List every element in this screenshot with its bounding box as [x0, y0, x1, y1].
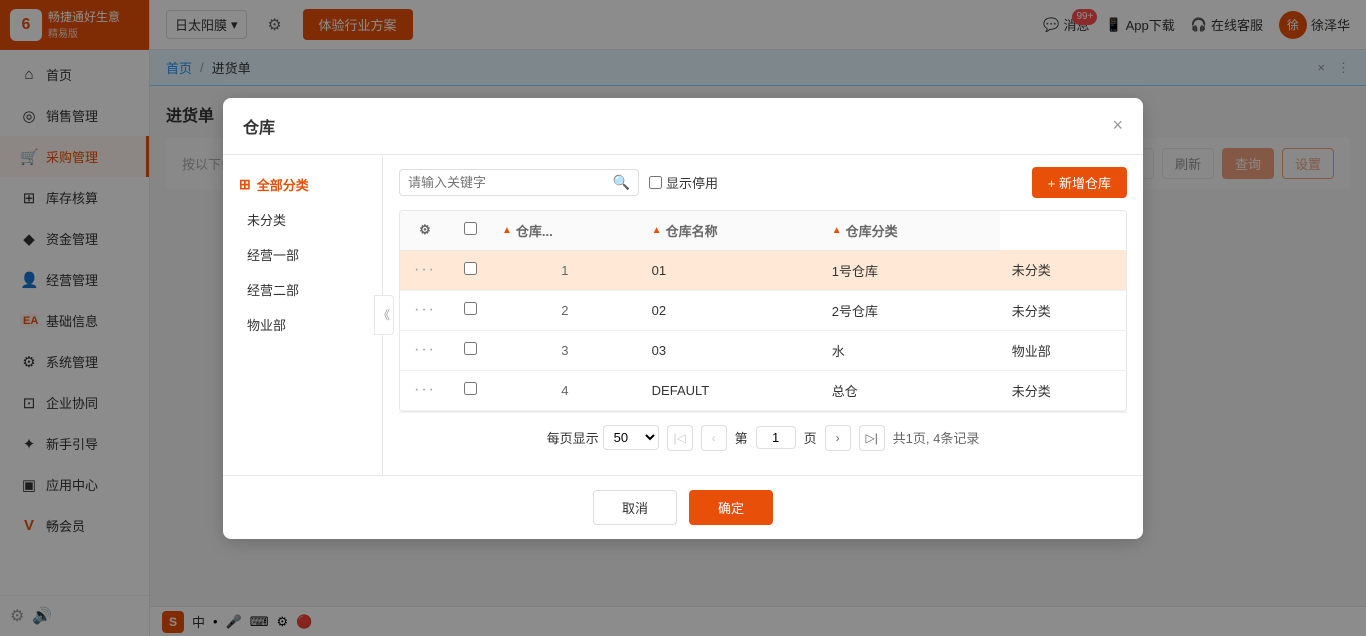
gear-icon: ⚙: [419, 222, 431, 237]
row-code: DEFAULT: [640, 370, 820, 410]
row-checkbox-cell: [450, 330, 490, 370]
table-row[interactable]: ··· 3 03 水 物业部: [400, 330, 1126, 370]
show-disabled-label: 显示停用: [649, 173, 718, 192]
warehouse-table: ⚙ ▲ 仓库...: [399, 210, 1127, 412]
row-checkbox[interactable]: [464, 302, 477, 315]
modal-title: 仓库: [243, 114, 275, 138]
th-checkbox: [450, 211, 490, 251]
search-input[interactable]: [408, 175, 609, 190]
grid-icon: ⊞: [239, 176, 251, 193]
row-category: 未分类: [1000, 370, 1126, 410]
row-checkbox-cell: [450, 290, 490, 330]
row-name: 2号仓库: [820, 290, 1000, 330]
show-disabled-checkbox[interactable]: [649, 176, 662, 189]
confirm-button[interactable]: 确定: [689, 490, 773, 525]
row-category: 物业部: [1000, 330, 1126, 370]
row-num: 2: [490, 290, 640, 330]
total-info: 共1页, 4条记录: [893, 428, 980, 447]
row-checkbox[interactable]: [464, 342, 477, 355]
search-icon[interactable]: 🔍: [613, 174, 630, 191]
row-name: 1号仓库: [820, 250, 1000, 290]
category-item-ops2[interactable]: 经营二部: [223, 272, 382, 307]
modal-toolbar: 🔍 显示停用 + 新增仓库: [399, 167, 1127, 198]
category-item-ops1[interactable]: 经营一部: [223, 237, 382, 272]
table-header: ⚙ ▲ 仓库...: [400, 211, 1126, 251]
row-category: 未分类: [1000, 250, 1126, 290]
row-num: 3: [490, 330, 640, 370]
pagination: 每页显示 50 10 20 100 |◁ ‹ 第 页 › ▷|: [399, 412, 1127, 463]
prev-page-button[interactable]: ‹: [701, 425, 727, 451]
add-warehouse-button[interactable]: + 新增仓库: [1032, 167, 1127, 198]
category-all-item[interactable]: ⊞ 全部分类: [223, 167, 382, 202]
row-code: 03: [640, 330, 820, 370]
add-warehouse-label: + 新增仓库: [1048, 173, 1111, 192]
sort-icon: ▲: [652, 225, 662, 236]
page-number-input[interactable]: [756, 426, 796, 449]
category-all-label: 全部分类: [257, 175, 309, 194]
row-name: 水: [820, 330, 1000, 370]
next-page-button[interactable]: ›: [825, 425, 851, 451]
page-size-select[interactable]: 50 10 20 100: [603, 425, 659, 450]
modal-body: ⊞ 全部分类 未分类 经营一部 经营二部 物业部 《: [223, 155, 1143, 475]
show-disabled-text: 显示停用: [666, 173, 718, 192]
row-name: 总仓: [820, 370, 1000, 410]
row-more-btn[interactable]: ···: [400, 330, 450, 370]
search-box: 🔍: [399, 169, 639, 196]
collapse-panel-button[interactable]: 《: [374, 295, 394, 335]
row-checkbox-cell: [450, 250, 490, 290]
page-size-label: 每页显示: [547, 428, 599, 447]
th-name: ▲ 仓库名称: [640, 211, 820, 251]
category-item-property[interactable]: 物业部: [223, 307, 382, 342]
warehouse-modal: 仓库 × ⊞ 全部分类 未分类 经营一部 经营二部: [223, 98, 1143, 539]
modal-overlay: 仓库 × ⊞ 全部分类 未分类 经营一部 经营二部: [0, 0, 1366, 636]
modal-right-content: 🔍 显示停用 + 新增仓库: [383, 155, 1143, 475]
th-code: ▲ 仓库...: [490, 211, 640, 251]
modal-footer: 取消 确定: [223, 475, 1143, 539]
warehouse-data-table: ⚙ ▲ 仓库...: [400, 211, 1126, 411]
row-code: 02: [640, 290, 820, 330]
row-more-btn[interactable]: ···: [400, 370, 450, 410]
row-checkbox[interactable]: [464, 382, 477, 395]
row-code: 01: [640, 250, 820, 290]
table-row[interactable]: ··· 4 DEFAULT 总仓 未分类: [400, 370, 1126, 410]
th-category: ▲ 仓库分类: [820, 211, 1000, 251]
modal-close-button[interactable]: ×: [1112, 115, 1123, 136]
row-checkbox[interactable]: [464, 262, 477, 275]
category-panel: ⊞ 全部分类 未分类 经营一部 经营二部 物业部 《: [223, 155, 383, 475]
th-settings: ⚙: [400, 211, 450, 251]
row-num: 4: [490, 370, 640, 410]
table-row[interactable]: ··· 2 02 2号仓库 未分类: [400, 290, 1126, 330]
row-more-btn[interactable]: ···: [400, 250, 450, 290]
modal-header: 仓库 ×: [223, 98, 1143, 155]
row-more-btn[interactable]: ···: [400, 290, 450, 330]
sort-icon: ▲: [832, 225, 842, 236]
page-size-selector: 每页显示 50 10 20 100: [547, 425, 659, 450]
first-page-button[interactable]: |◁: [667, 425, 693, 451]
row-checkbox-cell: [450, 370, 490, 410]
page-label: 第: [735, 428, 748, 447]
cancel-button[interactable]: 取消: [593, 490, 677, 525]
sort-icon: ▲: [502, 225, 512, 236]
category-item-unclassified[interactable]: 未分类: [223, 202, 382, 237]
select-all-checkbox[interactable]: [464, 222, 477, 235]
row-category: 未分类: [1000, 290, 1126, 330]
row-num: 1: [490, 250, 640, 290]
table-row[interactable]: ··· 1 01 1号仓库 未分类: [400, 250, 1126, 290]
last-page-button[interactable]: ▷|: [859, 425, 885, 451]
table-body: ··· 1 01 1号仓库 未分类 ··· 2: [400, 250, 1126, 410]
page-unit: 页: [804, 428, 817, 447]
